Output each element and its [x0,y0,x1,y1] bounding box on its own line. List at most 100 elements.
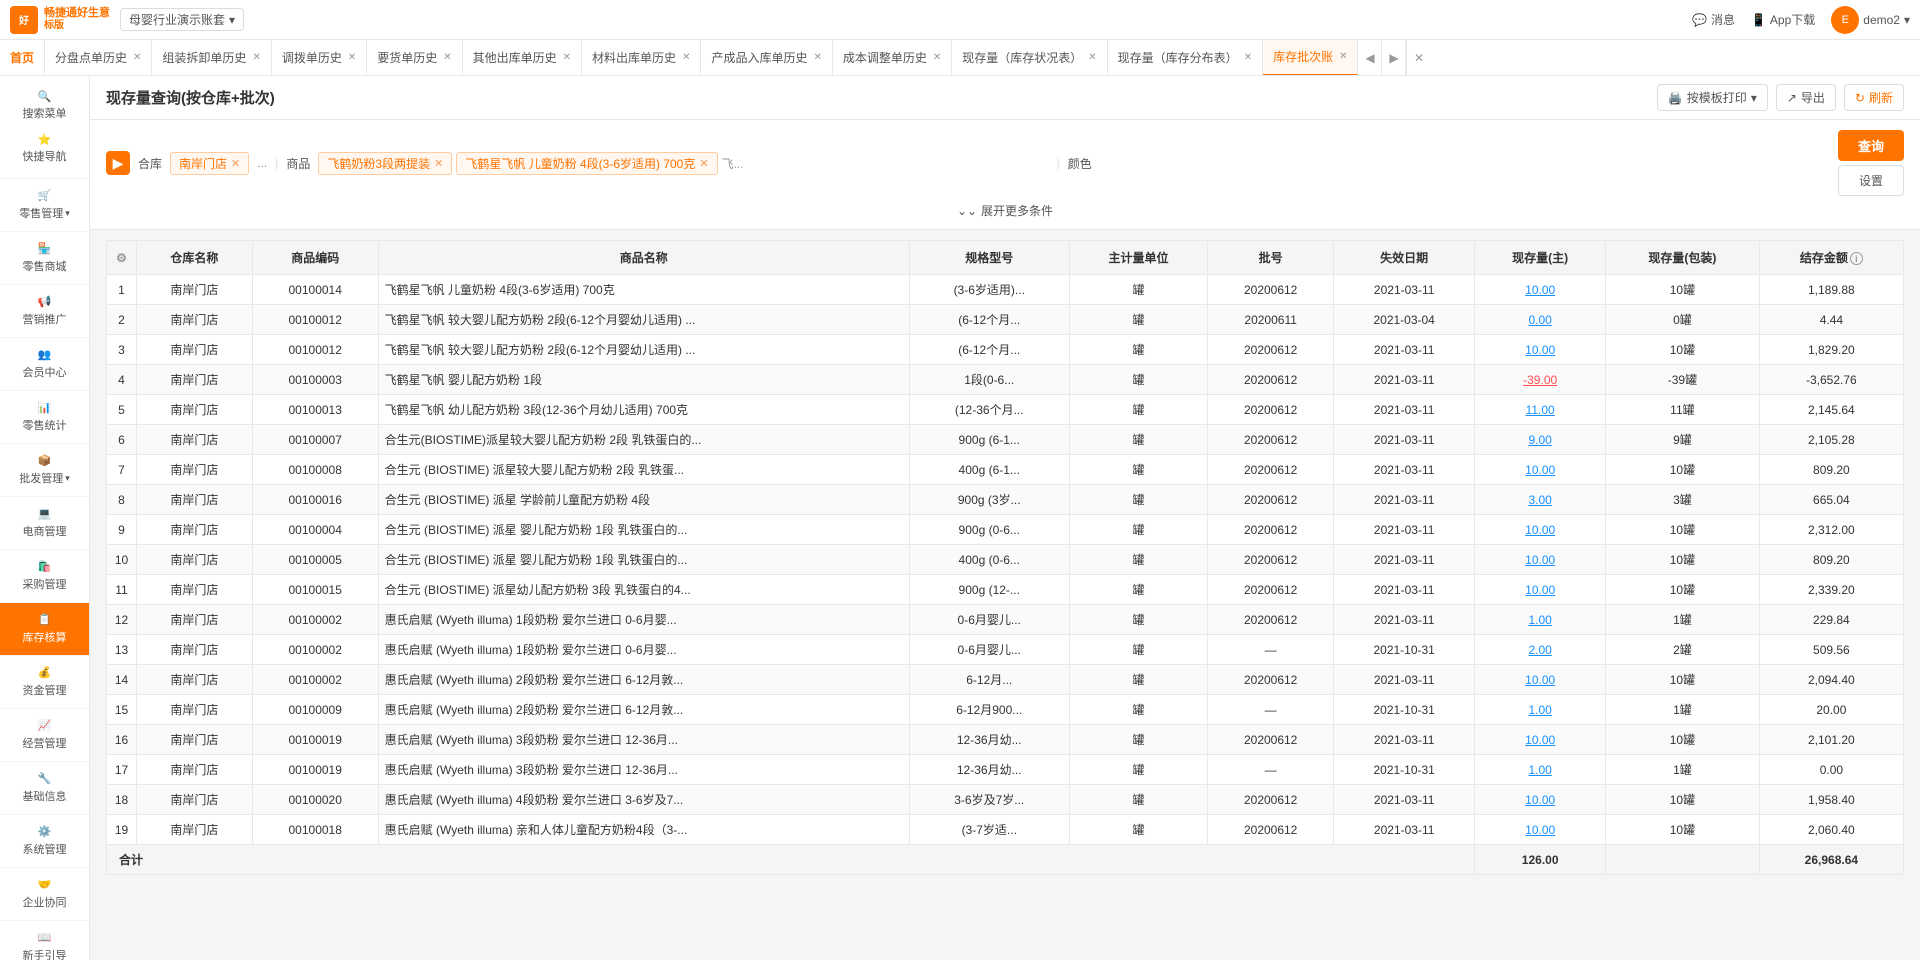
row-qty-main: 9.00 [1475,425,1606,455]
row-qty-main: 3.00 [1475,485,1606,515]
sidebar-item-ecommerce[interactable]: 💻 电商管理 [0,497,89,550]
row-unit: 罐 [1069,395,1207,425]
tab-xiancun2[interactable]: 现存量（库存分布表） ✕ [1108,40,1263,76]
store-selector[interactable]: 母婴行业演示账套 ▾ [120,8,244,31]
table-row: 6 南岸门店 00100007 合生元(BIOSTIME)派星较大婴儿配方奶粉 … [107,425,1904,455]
row-warehouse: 南岸门店 [137,815,253,845]
close-icon[interactable]: ✕ [1088,52,1096,63]
row-no: 9 [107,515,137,545]
row-qty-pack: 10罐 [1606,575,1760,605]
app-download-button[interactable]: 📱 App下载 [1751,11,1815,28]
close-all-tabs-button[interactable]: ✕ [1406,40,1430,76]
col-name: 商品名称 [378,241,909,275]
row-no: 2 [107,305,137,335]
row-code: 00100008 [252,455,378,485]
col-expire: 失效日期 [1334,241,1475,275]
tab-qitachuku[interactable]: 其他出库单历史 ✕ [463,40,582,76]
close-icon[interactable]: ✕ [348,52,356,63]
row-unit: 罐 [1069,485,1207,515]
remove-product-tag2-button[interactable]: ✕ [699,157,708,170]
close-icon[interactable]: ✕ [443,52,451,63]
col-unit: 主计量单位 [1069,241,1207,275]
tab-xiancun1[interactable]: 现存量（库存状况表） ✕ [952,40,1107,76]
settings-button[interactable]: 设置 [1838,165,1904,196]
close-icon[interactable]: ✕ [563,52,571,63]
table-container: ⚙ 仓库名称 商品编码 商品名称 规格型号 主计量单位 批号 失效日期 现存量(… [90,230,1920,960]
tab-cailiao[interactable]: 材料出库单历史 ✕ [582,40,701,76]
row-no: 11 [107,575,137,605]
table-row: 17 南岸门店 00100019 惠氏启赋 (Wyeth illuma) 3段奶… [107,755,1904,785]
sidebar-item-retail-store[interactable]: 🏪 零售商城 [0,232,89,285]
warehouse-more[interactable]: ... [257,156,267,170]
tab-diaobodanls[interactable]: 调拨单历史 ✕ [272,40,367,76]
messages-button[interactable]: 💬 消息 [1692,11,1735,28]
product-tags: 飞鹤奶粉3段两提装 ✕ 飞鹤星飞帆 儿童奶粉 4段(3-6岁适用) 700克 ✕… [318,152,1048,175]
expand-more-button[interactable]: ⌄⌄ 展开更多条件 [957,202,1053,219]
sidebar-item-retail-stats[interactable]: 📊 零售统计 [0,391,89,444]
query-button[interactable]: 查询 [1838,130,1904,161]
row-expire: 2021-03-11 [1334,365,1475,395]
col-settings[interactable]: ⚙ [107,241,137,275]
sidebar-search[interactable]: 🔍 搜索菜单 [0,84,89,127]
row-expire: 2021-10-31 [1334,695,1475,725]
close-icon[interactable]: ✕ [1339,51,1347,62]
tab-chengben[interactable]: 成本调整单历史 ✕ [833,40,952,76]
prev-tab-button[interactable]: ◀ [1358,40,1382,76]
export-button[interactable]: ↗ 导出 [1776,84,1836,111]
tab-yaohuo[interactable]: 要货单历史 ✕ [367,40,462,76]
row-warehouse: 南岸门店 [137,755,253,785]
close-icon[interactable]: ✕ [933,52,941,63]
table-row: 16 南岸门店 00100019 惠氏启赋 (Wyeth illuma) 3段奶… [107,725,1904,755]
tab-zuzhuang[interactable]: 组装拆卸单历史 ✕ [152,40,271,76]
sidebar-item-finance[interactable]: 💰 资金管理 [0,656,89,709]
sidebar-quick-nav[interactable]: ⭐ 快捷导航 [0,127,89,170]
sidebar-item-marketing[interactable]: 📢 营销推广 [0,285,89,338]
product-more[interactable]: 飞... [722,155,744,172]
remove-product-tag1-button[interactable]: ✕ [434,157,443,170]
info-icon[interactable]: i [1850,252,1863,265]
tab-kucunpici[interactable]: 库存批次账 ✕ [1263,40,1358,76]
close-icon[interactable]: ✕ [252,52,260,63]
table-row: 14 南岸门店 00100002 惠氏启赋 (Wyeth illuma) 2段奶… [107,665,1904,695]
refresh-icon: ↻ [1855,91,1865,105]
row-spec: 1段(0-6... [909,365,1069,395]
header-actions: 🖨️ 按模板打印 ▾ ↗ 导出 ↻ 刷新 [1657,84,1904,111]
tab-chanpin[interactable]: 产成品入库单历史 ✕ [701,40,832,76]
table-row: 19 南岸门店 00100018 惠氏启赋 (Wyeth illuma) 亲和人… [107,815,1904,845]
close-icon[interactable]: ✕ [813,52,821,63]
sidebar-item-purchase[interactable]: 🛍️ 采购管理 [0,550,89,603]
filter-toggle-button[interactable]: ▶ [106,151,130,175]
sidebar-item-retail[interactable]: 🛒 零售管理 ▾ [0,179,89,232]
row-warehouse: 南岸门店 [137,545,253,575]
remove-tag-button[interactable]: ✕ [231,157,240,170]
sidebar-item-guide[interactable]: 📖 新手引导 [0,921,89,960]
row-no: 17 [107,755,137,785]
sidebar-item-cooperation[interactable]: 🤝 企业协同 [0,868,89,921]
close-icon[interactable]: ✕ [133,52,141,63]
sidebar-item-member[interactable]: 👥 会员中心 [0,338,89,391]
sidebar-item-inventory[interactable]: 📋 库存核算 [0,603,89,656]
close-icon[interactable]: ✕ [1244,52,1252,63]
sidebar-item-wholesale[interactable]: 📦 批发管理 ▾ [0,444,89,497]
row-spec: 900g (0-6... [909,515,1069,545]
user-menu[interactable]: E demo2 ▾ [1831,6,1910,34]
refresh-button[interactable]: ↻ 刷新 [1844,84,1904,111]
row-no: 4 [107,365,137,395]
print-button[interactable]: 🖨️ 按模板打印 ▾ [1657,84,1768,111]
row-code: 00100005 [252,545,378,575]
download-icon: 📱 [1751,13,1766,27]
next-tab-button[interactable]: ▶ [1382,40,1406,76]
row-amount: 2,094.40 [1759,665,1903,695]
tab-fenpaidan[interactable]: 分盘点单历史 ✕ [45,40,152,76]
footer-qty-pack [1606,845,1760,875]
row-batch: 20200612 [1208,545,1334,575]
gear-icon[interactable]: ⚙ [116,251,127,265]
sidebar-item-operations[interactable]: 📈 经营管理 [0,709,89,762]
avatar: E [1831,6,1859,34]
tab-home[interactable]: 首页 [0,40,45,76]
row-code: 00100012 [252,335,378,365]
sidebar-item-basic[interactable]: 🔧 基础信息 [0,762,89,815]
sidebar-item-system[interactable]: ⚙️ 系统管理 [0,815,89,868]
close-icon[interactable]: ✕ [682,52,690,63]
row-unit: 罐 [1069,305,1207,335]
